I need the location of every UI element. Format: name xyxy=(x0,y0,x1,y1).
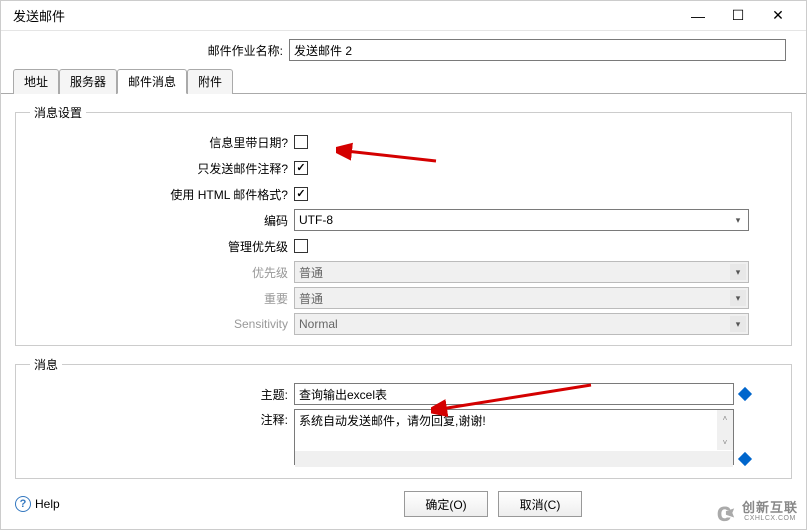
subject-input[interactable] xyxy=(294,383,734,405)
message-group: 消息 主题: 注释: ˄ ˅ xyxy=(15,356,792,479)
use-html-label: 使用 HTML 邮件格式? xyxy=(26,186,294,203)
help-button[interactable]: ? Help xyxy=(15,496,60,512)
subject-label: 主题: xyxy=(26,386,294,403)
dialog-window: 发送邮件 — ☐ ✕ 邮件作业名称: 地址 服务器 邮件消息 附件 消息设置 信… xyxy=(0,0,807,530)
manage-priority-label: 管理优先级 xyxy=(26,238,294,255)
with-date-label: 信息里带日期? xyxy=(26,134,294,151)
message-settings-group: 消息设置 信息里带日期? 只发送邮件注释? 使用 HTML 邮件格式? xyxy=(15,104,792,346)
priority-combo: 普通 ▾ xyxy=(294,261,749,283)
message-legend: 消息 xyxy=(30,356,62,373)
ok-button[interactable]: 确定(O) xyxy=(404,491,488,517)
window-title: 发送邮件 xyxy=(9,6,678,25)
titlebar: 发送邮件 — ☐ ✕ xyxy=(1,1,806,31)
tab-address[interactable]: 地址 xyxy=(13,69,59,94)
weight-value: 普通 xyxy=(299,290,323,307)
encoding-combo[interactable]: UTF-8 ▾ xyxy=(294,209,749,231)
with-date-checkbox[interactable] xyxy=(294,135,308,149)
encoding-label: 编码 xyxy=(26,212,294,229)
tab-panel: 消息设置 信息里带日期? 只发送邮件注释? 使用 HTML 邮件格式? xyxy=(1,94,806,493)
watermark: 创新互联 CXHLCX.COM xyxy=(714,501,798,523)
help-icon: ? xyxy=(15,496,31,512)
use-html-checkbox[interactable] xyxy=(294,187,308,201)
tab-strip: 地址 服务器 邮件消息 附件 xyxy=(1,69,806,94)
sensitivity-value: Normal xyxy=(299,317,338,331)
minimize-button[interactable]: — xyxy=(678,2,718,30)
watermark-sub: CXHLCX.COM xyxy=(744,515,796,523)
watermark-main: 创新互联 xyxy=(742,501,798,515)
variable-marker-icon[interactable] xyxy=(738,452,752,466)
horizontal-scrollbar[interactable] xyxy=(295,451,733,467)
sensitivity-label: Sensitivity xyxy=(26,317,294,331)
chevron-down-icon: ▾ xyxy=(730,316,746,332)
tab-mail-message[interactable]: 邮件消息 xyxy=(117,69,187,94)
maximize-button[interactable]: ☐ xyxy=(718,2,758,30)
weight-label: 重要 xyxy=(26,290,294,307)
tab-attachment[interactable]: 附件 xyxy=(187,69,233,94)
variable-marker-icon[interactable] xyxy=(738,387,752,401)
job-name-row: 邮件作业名称: xyxy=(1,31,806,67)
priority-label: 优先级 xyxy=(26,264,294,281)
dialog-footer: ? Help 确定(O) 取消(C) xyxy=(1,487,806,521)
scroll-down-icon: ˅ xyxy=(717,434,733,450)
chevron-down-icon: ▾ xyxy=(730,212,746,228)
scroll-up-icon: ˄ xyxy=(717,410,733,426)
cancel-button[interactable]: 取消(C) xyxy=(498,491,582,517)
chevron-down-icon: ▾ xyxy=(730,290,746,306)
manage-priority-checkbox[interactable] xyxy=(294,239,308,253)
encoding-value: UTF-8 xyxy=(299,213,333,227)
weight-combo: 普通 ▾ xyxy=(294,287,749,309)
tab-server[interactable]: 服务器 xyxy=(59,69,117,94)
priority-value: 普通 xyxy=(299,264,323,281)
only-comment-checkbox[interactable] xyxy=(294,161,308,175)
help-label: Help xyxy=(35,497,60,511)
comment-label: 注释: xyxy=(26,409,294,428)
chevron-down-icon: ▾ xyxy=(730,264,746,280)
close-button[interactable]: ✕ xyxy=(758,2,798,30)
job-name-input[interactable] xyxy=(289,39,786,61)
only-comment-label: 只发送邮件注释? xyxy=(26,160,294,177)
job-name-label: 邮件作业名称: xyxy=(13,42,289,59)
message-settings-legend: 消息设置 xyxy=(30,104,86,121)
sensitivity-combo: Normal ▾ xyxy=(294,313,749,335)
vertical-scrollbar[interactable]: ˄ ˅ xyxy=(717,410,733,450)
window-controls: — ☐ ✕ xyxy=(678,2,798,30)
watermark-logo-icon xyxy=(714,501,736,523)
